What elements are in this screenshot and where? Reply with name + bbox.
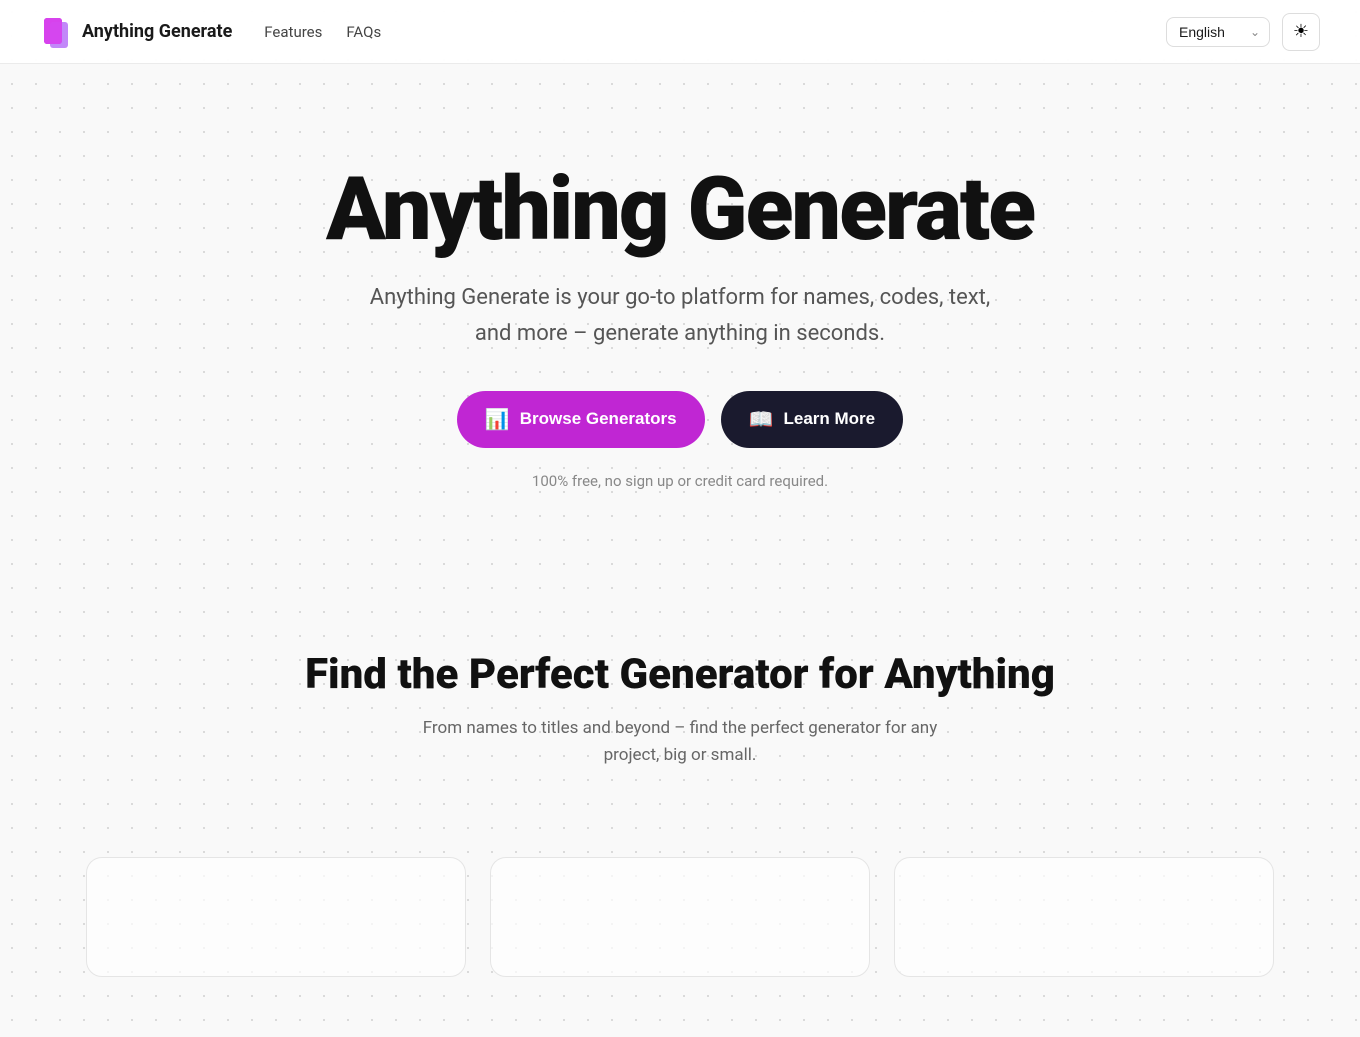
nav-faqs[interactable]: FAQs: [346, 23, 381, 41]
card-3: [894, 857, 1274, 977]
browse-generators-button[interactable]: 📊 Browse Generators: [457, 391, 705, 448]
sun-icon: ☀: [1293, 21, 1309, 42]
language-selector-wrap: English Español Français Deutsch 中文 ⌄: [1166, 17, 1270, 47]
navbar: Anything Generate Features FAQs English …: [0, 0, 1360, 64]
hero-title: Anything Generate: [326, 164, 1034, 256]
section-subtitle: From names to titles and beyond – find t…: [410, 715, 950, 769]
section-title: Find the Perfect Generator for Anything: [40, 650, 1320, 699]
cards-row: [0, 857, 1360, 1037]
nav-links: Features FAQs: [264, 23, 381, 41]
learn-more-button[interactable]: 📖 Learn More: [721, 391, 904, 448]
browse-icon: 📊: [485, 407, 510, 432]
logo-text: Anything Generate: [82, 21, 232, 42]
navbar-right: English Español Français Deutsch 中文 ⌄ ☀: [1166, 13, 1320, 51]
nav-features[interactable]: Features: [264, 23, 322, 41]
learn-icon: 📖: [749, 407, 774, 432]
browse-generators-label: Browse Generators: [520, 409, 677, 429]
hero-note: 100% free, no sign up or credit card req…: [532, 472, 828, 490]
logo-icon: [40, 16, 72, 48]
hero-buttons: 📊 Browse Generators 📖 Learn More: [457, 391, 903, 448]
learn-more-label: Learn More: [784, 409, 876, 429]
features-section: Find the Perfect Generator for Anything …: [0, 570, 1360, 857]
navbar-left: Anything Generate Features FAQs: [40, 16, 381, 48]
logo-link[interactable]: Anything Generate: [40, 16, 232, 48]
theme-toggle-button[interactable]: ☀: [1282, 13, 1320, 51]
hero-subtitle: Anything Generate is your go-to platform…: [360, 280, 1000, 350]
card-2: [490, 857, 870, 977]
language-select[interactable]: English Español Français Deutsch 中文: [1166, 17, 1270, 47]
hero-section: Anything Generate Anything Generate is y…: [0, 64, 1360, 570]
card-1: [86, 857, 466, 977]
